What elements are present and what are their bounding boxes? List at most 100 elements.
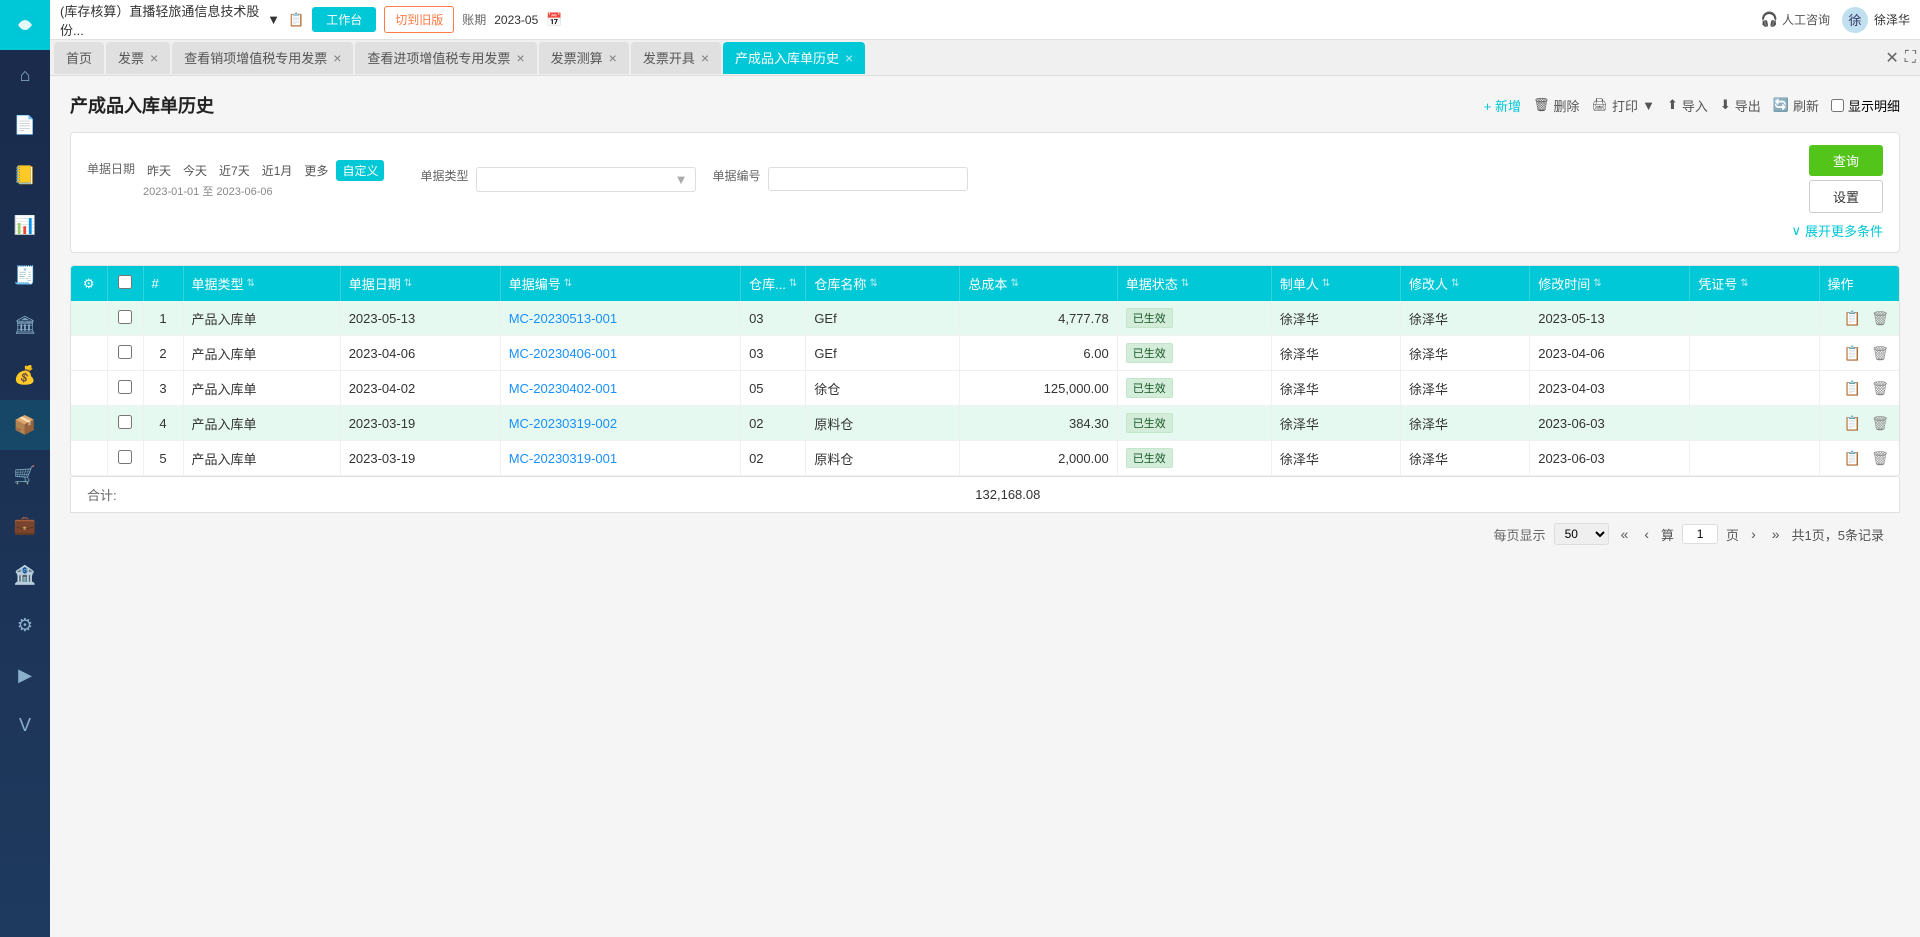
first-page-button[interactable]: « bbox=[1617, 526, 1633, 542]
date-1month-btn[interactable]: 近1月 bbox=[258, 160, 297, 181]
select-all-checkbox[interactable] bbox=[118, 275, 132, 289]
doc-date-column-header[interactable]: 单据日期⇅ bbox=[340, 266, 500, 301]
expand-filter-button[interactable]: ∨ 展开更多条件 bbox=[1791, 221, 1883, 240]
doc-number-link[interactable]: MC-20230406-001 bbox=[509, 346, 617, 361]
sidebar-item-sale[interactable]: 💼 bbox=[0, 500, 50, 550]
tab-invoice-calc[interactable]: 发票测算× bbox=[539, 42, 629, 74]
last-page-button[interactable]: » bbox=[1768, 526, 1784, 542]
reset-button[interactable]: 设置 bbox=[1809, 180, 1883, 213]
settings-column-header[interactable]: ⚙ bbox=[71, 266, 107, 301]
tab-invoice-open[interactable]: 发票开具× bbox=[631, 42, 721, 74]
row-edit-button[interactable]: 📋 bbox=[1842, 450, 1863, 467]
delete-button[interactable]: 🗑 删除 bbox=[1533, 96, 1580, 115]
show-details-checkbox[interactable] bbox=[1831, 99, 1844, 112]
row-checkbox-cell[interactable] bbox=[107, 441, 143, 476]
voucher-column-header[interactable]: 凭证号⇅ bbox=[1690, 266, 1819, 301]
row-checkbox-2[interactable] bbox=[118, 380, 132, 394]
row-edit-button[interactable]: 📋 bbox=[1842, 345, 1863, 362]
sidebar-item-ledger[interactable]: 📒 bbox=[0, 150, 50, 200]
copy-doc-icon[interactable]: 📋 bbox=[288, 12, 304, 28]
doc-number-link[interactable]: MC-20230402-001 bbox=[509, 381, 617, 396]
date-more-btn[interactable]: 更多 bbox=[300, 160, 332, 181]
tab-sales-vat[interactable]: 查看销项增值税专用发票× bbox=[172, 42, 353, 74]
sidebar-item-inventory[interactable]: 📦 bbox=[0, 400, 50, 450]
date-7days-btn[interactable]: 近7天 bbox=[215, 160, 254, 181]
query-button[interactable]: 查询 bbox=[1809, 145, 1883, 176]
sidebar-item-expense[interactable]: 💰 bbox=[0, 350, 50, 400]
doc-number-input[interactable] bbox=[768, 167, 968, 191]
total-cost-column-header[interactable]: 总成本⇅ bbox=[960, 266, 1117, 301]
export-button[interactable]: ⬇ 导出 bbox=[1720, 96, 1761, 115]
modify-time-column-header[interactable]: 修改时间⇅ bbox=[1530, 266, 1690, 301]
sidebar-item-purchase[interactable]: 🛒 bbox=[0, 450, 50, 500]
modifier-column-header[interactable]: 修改人⇅ bbox=[1401, 266, 1530, 301]
row-checkbox-0[interactable] bbox=[118, 310, 132, 324]
workspace-button[interactable]: 工作台 bbox=[312, 7, 376, 32]
row-doc-number-cell[interactable]: MC-20230319-002 bbox=[500, 406, 740, 441]
doc-type-select[interactable]: ▼ bbox=[476, 167, 696, 192]
doc-type-column-header[interactable]: 单据类型⇅ bbox=[183, 266, 340, 301]
sidebar-item-bank[interactable]: 🏦 bbox=[0, 550, 50, 600]
row-doc-number-cell[interactable]: MC-20230319-001 bbox=[500, 441, 740, 476]
row-edit-button[interactable]: 📋 bbox=[1842, 415, 1863, 432]
prev-page-button[interactable]: ‹ bbox=[1640, 526, 1653, 542]
row-edit-button[interactable]: 📋 bbox=[1842, 380, 1863, 397]
row-checkbox-cell[interactable] bbox=[107, 406, 143, 441]
checkbox-column-header[interactable] bbox=[107, 266, 143, 301]
row-delete-button[interactable]: 🗑 bbox=[1869, 345, 1891, 362]
refresh-button[interactable]: 🔄 刷新 bbox=[1773, 96, 1819, 115]
help-btn[interactable]: 🎧 人工咨询 bbox=[1761, 11, 1830, 28]
page-size-select[interactable]: 50 100 200 bbox=[1554, 523, 1609, 545]
sidebar-item-asset[interactable]: 🏛 bbox=[0, 300, 50, 350]
doc-number-column-header[interactable]: 单据编号⇅ bbox=[500, 266, 740, 301]
tab-close-product-history[interactable]: × bbox=[845, 51, 853, 65]
sidebar-item-report[interactable]: 📊 bbox=[0, 200, 50, 250]
row-delete-button[interactable]: 🗑 bbox=[1869, 450, 1891, 467]
row-delete-button[interactable]: 🗑 bbox=[1869, 310, 1891, 327]
row-delete-button[interactable]: 🗑 bbox=[1869, 415, 1891, 432]
date-today-btn[interactable]: 今天 bbox=[179, 160, 211, 181]
next-page-button[interactable]: › bbox=[1747, 526, 1760, 542]
user-menu[interactable]: 徐 徐泽华 bbox=[1842, 7, 1910, 33]
tab-close-invoice-open[interactable]: × bbox=[701, 51, 709, 65]
row-doc-number-cell[interactable]: MC-20230402-001 bbox=[500, 371, 740, 406]
row-delete-button[interactable]: 🗑 bbox=[1869, 380, 1891, 397]
tab-purchase-vat[interactable]: 查看进项增值税专用发票× bbox=[355, 42, 536, 74]
row-checkbox-3[interactable] bbox=[118, 415, 132, 429]
import-button[interactable]: ⬆ 导入 bbox=[1667, 96, 1708, 115]
calendar-icon[interactable]: 📅 bbox=[546, 12, 562, 28]
creator-column-header[interactable]: 制单人⇅ bbox=[1271, 266, 1400, 301]
sidebar-item-video[interactable]: ▶ bbox=[0, 650, 50, 700]
tab-invoice[interactable]: 发票× bbox=[106, 42, 170, 74]
switch-version-button[interactable]: 切到旧版 bbox=[384, 6, 454, 33]
maximize-button[interactable]: ⛶ bbox=[1905, 49, 1916, 67]
row-doc-number-cell[interactable]: MC-20230513-001 bbox=[500, 301, 740, 336]
tab-close-purchase-vat[interactable]: × bbox=[516, 51, 524, 65]
tab-close-sales-vat[interactable]: × bbox=[333, 51, 341, 65]
doc-status-column-header[interactable]: 单据状态⇅ bbox=[1117, 266, 1271, 301]
tab-close-invoice[interactable]: × bbox=[150, 51, 158, 65]
date-custom-btn[interactable]: 自定义 bbox=[336, 160, 384, 181]
row-checkbox-cell[interactable] bbox=[107, 301, 143, 336]
row-checkbox-1[interactable] bbox=[118, 345, 132, 359]
doc-number-link[interactable]: MC-20230513-001 bbox=[509, 311, 617, 326]
print-button[interactable]: 🖨 打印 ▼ bbox=[1592, 96, 1655, 115]
sidebar-item-more[interactable]: V bbox=[0, 700, 50, 750]
company-selector[interactable]: (库存核算）直播轻旅通信息技术股份... ▼ bbox=[60, 1, 280, 39]
doc-number-link[interactable]: MC-20230319-001 bbox=[509, 451, 617, 466]
show-details-checkbox-label[interactable]: 显示明细 bbox=[1831, 96, 1900, 115]
page-input[interactable] bbox=[1682, 524, 1718, 544]
row-checkbox-4[interactable] bbox=[118, 450, 132, 464]
row-checkbox-cell[interactable] bbox=[107, 371, 143, 406]
date-yesterday-btn[interactable]: 昨天 bbox=[143, 160, 175, 181]
row-edit-button[interactable]: 📋 bbox=[1842, 310, 1863, 327]
tab-product-history[interactable]: 产成品入库单历史× bbox=[723, 42, 865, 74]
sidebar-item-tax[interactable]: 🧾 bbox=[0, 250, 50, 300]
row-doc-number-cell[interactable]: MC-20230406-001 bbox=[500, 336, 740, 371]
row-checkbox-cell[interactable] bbox=[107, 336, 143, 371]
sidebar-item-doc[interactable]: 📄 bbox=[0, 100, 50, 150]
add-button[interactable]: + 新增 bbox=[1484, 96, 1521, 115]
sidebar-item-home[interactable]: ⌂ bbox=[0, 50, 50, 100]
tab-close-invoice-calc[interactable]: × bbox=[609, 51, 617, 65]
tab-home[interactable]: 首页 bbox=[54, 42, 104, 74]
